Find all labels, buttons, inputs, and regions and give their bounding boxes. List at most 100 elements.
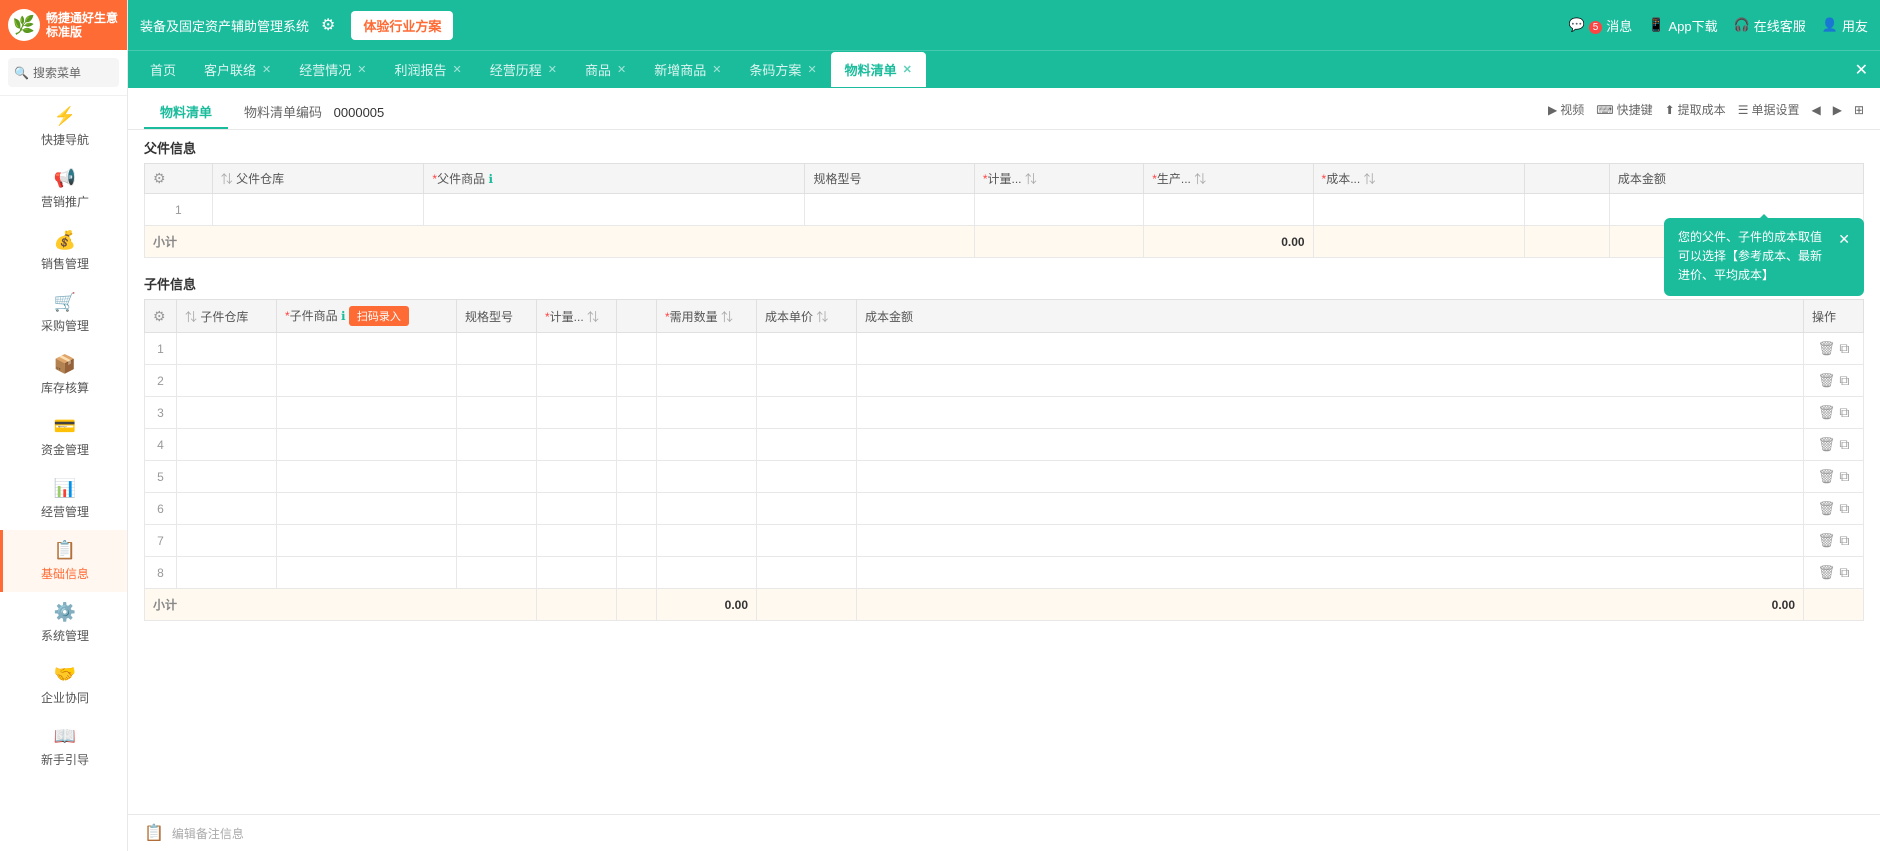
delete-icon-2[interactable]: 🗑	[1818, 372, 1836, 389]
expand-icon[interactable]: ⊞	[1854, 103, 1864, 117]
child-row-1-warehouse[interactable]	[177, 333, 277, 365]
child-row-7-unitcost[interactable]	[757, 525, 857, 557]
notes-text[interactable]: 编辑备注信息	[172, 825, 244, 842]
close-all-tabs[interactable]: ✕	[1851, 56, 1872, 84]
child-row-4-warehouse[interactable]	[177, 429, 277, 461]
child-row-4-unitcost[interactable]	[757, 429, 857, 461]
shortcut-action[interactable]: ⌨ 快捷键	[1596, 101, 1652, 118]
sidebar-item-system[interactable]: ⚙️ 系统管理	[0, 592, 127, 654]
sub-tab-bom-list[interactable]: 物料清单	[144, 96, 228, 129]
tab-customer[interactable]: 客户联络 ✕	[190, 52, 285, 87]
sidebar-item-purchase[interactable]: 🛒 采购管理	[0, 282, 127, 344]
child-row-1-qty[interactable]	[657, 333, 757, 365]
child-row-4-spec[interactable]	[457, 429, 537, 461]
parent-row-spec[interactable]	[805, 194, 974, 226]
child-row-2-qty[interactable]	[657, 365, 757, 397]
tab-bom[interactable]: 物料清单 ✕	[831, 52, 926, 87]
child-row-8-unit[interactable]	[537, 557, 617, 589]
tab-barcode[interactable]: 条码方案 ✕	[735, 52, 830, 87]
child-row-5-warehouse[interactable]	[177, 461, 277, 493]
sidebar-item-guide[interactable]: 📖 新手引导	[0, 716, 127, 778]
search-menu-button[interactable]: 🔍 搜索菜单	[8, 58, 119, 87]
delete-icon-4[interactable]: 🗑	[1818, 436, 1836, 453]
message-button[interactable]: 💬 5 消息	[1569, 16, 1633, 35]
child-row-2-unit[interactable]	[537, 365, 617, 397]
child-row-6-unitcost[interactable]	[757, 493, 857, 525]
sidebar-item-sales[interactable]: 💰 销售管理	[0, 220, 127, 282]
copy-icon-6[interactable]: ⧉	[1839, 500, 1849, 517]
copy-icon-1[interactable]: ⧉	[1839, 340, 1849, 357]
child-row-7-product[interactable]	[277, 525, 457, 557]
child-row-3-unitcost[interactable]	[757, 397, 857, 429]
child-row-1-unit[interactable]	[537, 333, 617, 365]
copy-icon-7[interactable]: ⧉	[1839, 532, 1849, 549]
child-row-6-unit[interactable]	[537, 493, 617, 525]
app-download-button[interactable]: 📱 App下载	[1648, 16, 1717, 35]
child-row-6-qty[interactable]	[657, 493, 757, 525]
child-row-5-product[interactable]	[277, 461, 457, 493]
tab-history-close[interactable]: ✕	[548, 63, 557, 76]
tooltip-close-button[interactable]: ✕	[1838, 228, 1850, 250]
sidebar-item-enterprise[interactable]: 🤝 企业协同	[0, 654, 127, 716]
single-settings-action[interactable]: ☰ 单据设置	[1738, 101, 1800, 118]
sidebar-item-inventory[interactable]: 📦 库存核算	[0, 344, 127, 406]
parent-row-cost[interactable]	[1313, 194, 1525, 226]
child-col-gear-icon[interactable]: ⚙	[153, 308, 166, 324]
child-row-2-unitcost[interactable]	[757, 365, 857, 397]
parent-row-unit[interactable]	[974, 194, 1143, 226]
child-row-8-qty[interactable]	[657, 557, 757, 589]
child-row-6-product[interactable]	[277, 493, 457, 525]
delete-icon-1[interactable]: 🗑	[1818, 340, 1836, 357]
tab-bom-close[interactable]: ✕	[903, 63, 912, 76]
child-row-4-product[interactable]	[277, 429, 457, 461]
nav-next[interactable]: ▶	[1833, 103, 1842, 117]
child-row-3-qty[interactable]	[657, 397, 757, 429]
child-row-5-unit[interactable]	[537, 461, 617, 493]
copy-icon-5[interactable]: ⧉	[1839, 468, 1849, 485]
tab-profit-close[interactable]: ✕	[453, 63, 462, 76]
delete-icon-7[interactable]: 🗑	[1818, 532, 1836, 549]
parent-row-warehouse[interactable]	[212, 194, 424, 226]
tab-history[interactable]: 经营历程 ✕	[476, 52, 571, 87]
tab-products[interactable]: 商品 ✕	[571, 52, 640, 87]
scan-input-button[interactable]: 扫码录入	[349, 306, 409, 326]
delete-icon-5[interactable]: 🗑	[1818, 468, 1836, 485]
delete-icon-6[interactable]: 🗑	[1818, 500, 1836, 517]
sidebar-item-basic-info[interactable]: 📋 基础信息	[0, 530, 127, 592]
child-row-8-warehouse[interactable]	[177, 557, 277, 589]
child-row-2-spec[interactable]	[457, 365, 537, 397]
child-row-3-unit[interactable]	[537, 397, 617, 429]
child-row-7-qty[interactable]	[657, 525, 757, 557]
nav-prev[interactable]: ◀	[1811, 103, 1820, 117]
child-row-1-unitcost[interactable]	[757, 333, 857, 365]
child-row-3-product[interactable]	[277, 397, 457, 429]
child-row-4-qty[interactable]	[657, 429, 757, 461]
child-row-3-spec[interactable]	[457, 397, 537, 429]
child-row-2-warehouse[interactable]	[177, 365, 277, 397]
extract-cost-action[interactable]: ⬆ 提取成本	[1665, 101, 1726, 118]
parent-row-mfg[interactable]	[1144, 194, 1313, 226]
child-row-8-unitcost[interactable]	[757, 557, 857, 589]
child-row-6-spec[interactable]	[457, 493, 537, 525]
tab-products-close[interactable]: ✕	[617, 63, 626, 76]
col-gear-icon[interactable]: ⚙	[153, 170, 166, 186]
settings-icon[interactable]: ⚙	[321, 15, 335, 35]
child-row-1-spec[interactable]	[457, 333, 537, 365]
child-row-5-unitcost[interactable]	[757, 461, 857, 493]
online-service-button[interactable]: 🎧 在线客服	[1734, 16, 1806, 35]
child-row-7-unit[interactable]	[537, 525, 617, 557]
tab-operations[interactable]: 经营情况 ✕	[285, 52, 380, 87]
child-row-2-product[interactable]	[277, 365, 457, 397]
sidebar-item-quick-nav[interactable]: ⚡ 快捷导航	[0, 96, 127, 158]
copy-icon-3[interactable]: ⧉	[1839, 404, 1849, 421]
sidebar-item-business[interactable]: 📊 经营管理	[0, 468, 127, 530]
copy-icon-8[interactable]: ⧉	[1839, 564, 1849, 581]
child-row-7-spec[interactable]	[457, 525, 537, 557]
sidebar-item-finance[interactable]: 💳 资金管理	[0, 406, 127, 468]
copy-icon-2[interactable]: ⧉	[1839, 372, 1849, 389]
child-row-5-qty[interactable]	[657, 461, 757, 493]
delete-icon-3[interactable]: 🗑	[1818, 404, 1836, 421]
sub-tab-bom-code[interactable]: 物料清单编码 0000005	[228, 96, 400, 129]
tab-operations-close[interactable]: ✕	[357, 63, 366, 76]
tab-barcode-close[interactable]: ✕	[807, 63, 816, 76]
